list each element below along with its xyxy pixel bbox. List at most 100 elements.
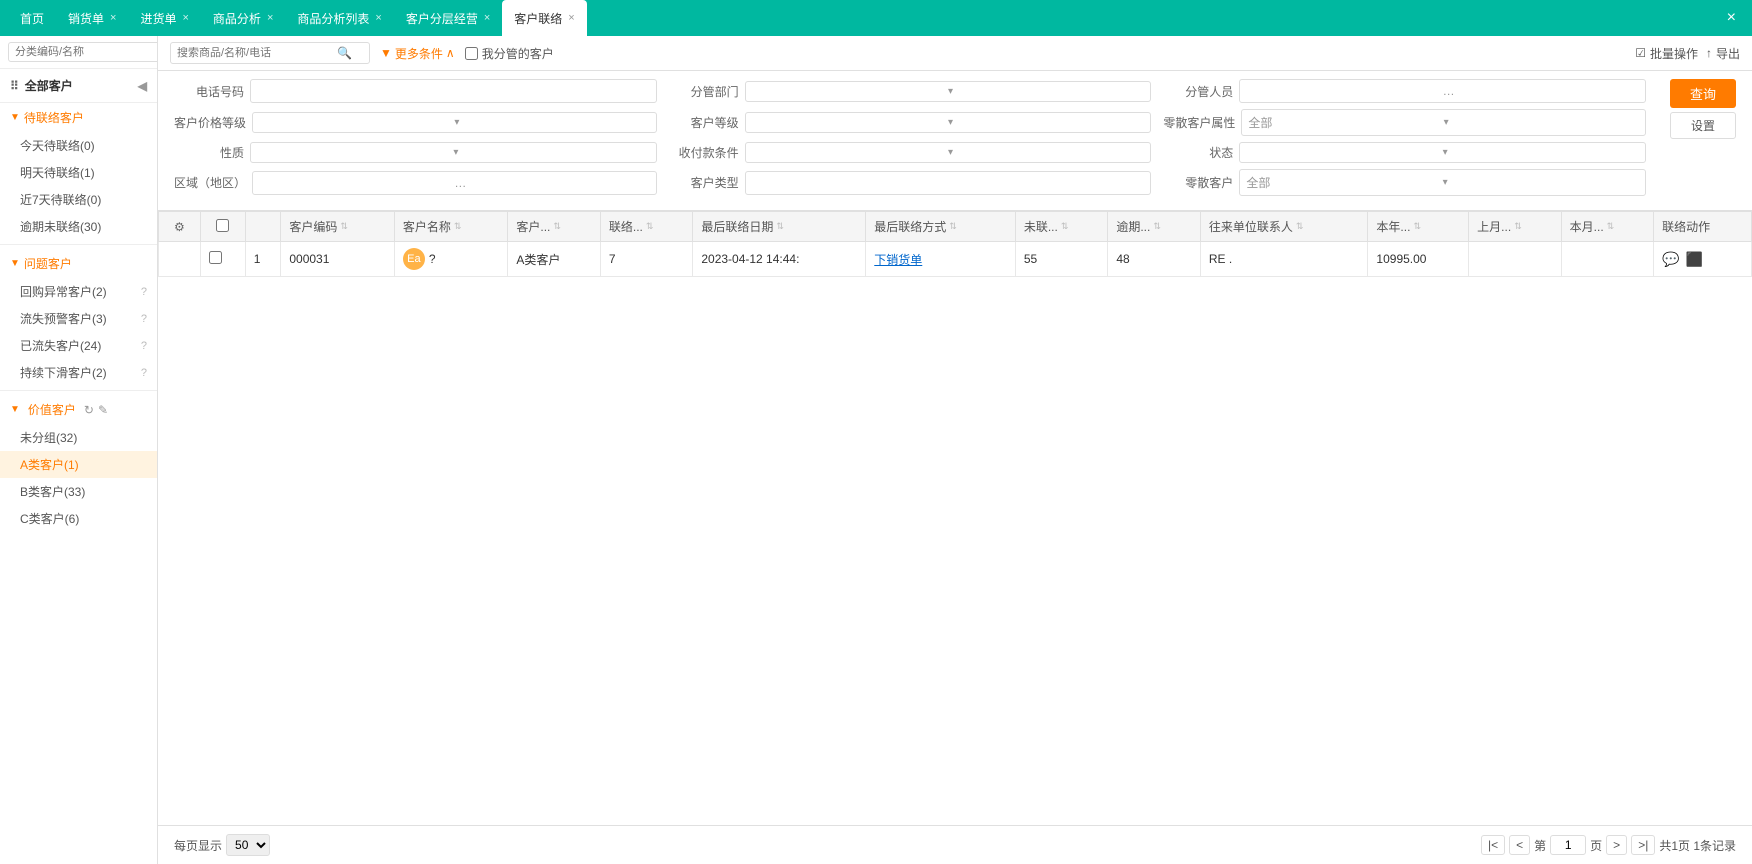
- th-overdue[interactable]: 逾期... ⇅: [1108, 212, 1200, 242]
- th-last-date[interactable]: 最后联络日期 ⇅: [693, 212, 866, 242]
- batch-op-button[interactable]: ☑ 批量操作: [1635, 45, 1698, 62]
- th-this-year[interactable]: 本年... ⇅: [1368, 212, 1469, 242]
- help-icon-3: ?: [141, 340, 147, 352]
- refresh-icon[interactable]: ↻: [84, 403, 94, 417]
- grid-action-icon[interactable]: ⬛: [1686, 251, 1703, 268]
- setting-button[interactable]: 设置: [1670, 112, 1736, 139]
- select-all-checkbox[interactable]: [216, 219, 229, 232]
- next-page-button[interactable]: >: [1606, 835, 1627, 855]
- nav-sales-order[interactable]: 销货单 ×: [56, 0, 128, 36]
- nature-select[interactable]: ▾: [250, 142, 657, 163]
- th-type[interactable]: 客户... ⇅: [508, 212, 600, 242]
- th-name[interactable]: 客户名称 ⇅: [394, 212, 508, 242]
- filter-cell-dept: 分管部门 ▾: [669, 81, 1164, 102]
- filter-search-input[interactable]: [177, 47, 337, 59]
- query-button[interactable]: 查询: [1670, 79, 1736, 108]
- last-page-button[interactable]: >|: [1631, 835, 1655, 855]
- phone-input[interactable]: [250, 79, 657, 103]
- arrow-down-icon-3: ▼: [10, 404, 20, 415]
- page-input[interactable]: [1550, 835, 1586, 855]
- sidebar-item-c-class[interactable]: C类客户(6): [0, 505, 157, 532]
- nav-purchase-order[interactable]: 进货单 ×: [128, 0, 200, 36]
- sidebar-item-ungrouped[interactable]: 未分组(32): [0, 424, 157, 451]
- nature-label: 性质: [174, 144, 244, 161]
- gear-icon[interactable]: ⚙: [174, 220, 185, 234]
- message-action-icon[interactable]: 💬: [1662, 251, 1679, 268]
- sidebar-item-abnormal-repurchase[interactable]: 回购异常客户(2) ?: [0, 278, 157, 305]
- row-this-year: 10995.00: [1368, 242, 1469, 277]
- th-last-month[interactable]: 上月... ⇅: [1469, 212, 1561, 242]
- filter-more-conditions[interactable]: ▼ 更多条件 ∧: [380, 45, 455, 62]
- close-purchase-order[interactable]: ×: [182, 12, 188, 24]
- sidebar-pending-group[interactable]: ▼ 待联络客户: [0, 103, 157, 132]
- type-input[interactable]: [745, 171, 1152, 195]
- filter-cell-price-level: 客户价格等级 ▾: [174, 112, 669, 133]
- payment-select[interactable]: ▾: [745, 142, 1152, 163]
- dept-arrow-icon: ▾: [948, 86, 1144, 97]
- th-this-month[interactable]: 本月... ⇅: [1561, 212, 1653, 242]
- th-last-method[interactable]: 最后联络方式 ⇅: [866, 212, 1016, 242]
- row-select-checkbox[interactable]: [209, 251, 222, 264]
- sidebar-problem-group[interactable]: ▼ 问题客户: [0, 249, 157, 278]
- row-overdue: 48: [1108, 242, 1200, 277]
- status-select[interactable]: ▾: [1239, 142, 1646, 163]
- sidebar-item-b-class[interactable]: B类客户(33): [0, 478, 157, 505]
- customer-level-select[interactable]: ▾: [745, 112, 1152, 133]
- sort-this-year-icon: ⇅: [1413, 221, 1421, 232]
- th-no-contact[interactable]: 未联... ⇅: [1015, 212, 1107, 242]
- sidebar-item-tomorrow-pending[interactable]: 明天待联络(1): [0, 159, 157, 186]
- my-customers-checkbox[interactable]: [465, 47, 478, 60]
- close-customer-segmentation[interactable]: ×: [484, 12, 490, 24]
- filter-search-icon[interactable]: 🔍: [337, 46, 352, 60]
- nav-home[interactable]: 首页: [8, 0, 56, 36]
- person-select[interactable]: …: [1239, 79, 1646, 103]
- sidebar-item-7days-pending[interactable]: 近7天待联络(0): [0, 186, 157, 213]
- nav-customer-contact[interactable]: 客户联络 ×: [502, 0, 586, 36]
- help-icon-2: ?: [141, 313, 147, 325]
- sidebar: 🔍 ⠿ 全部客户 ◀ ▼ 待联络客户 今天待联络(0) 明天待联络(1) 近7天…: [0, 36, 158, 864]
- nav-product-analysis-list[interactable]: 商品分析列表 ×: [285, 0, 393, 36]
- close-product-analysis[interactable]: ×: [267, 12, 273, 24]
- first-page-button[interactable]: |<: [1481, 835, 1505, 855]
- retail-select[interactable]: 全部 ▾: [1239, 169, 1646, 196]
- row-no-contact: 55: [1015, 242, 1107, 277]
- sidebar-collapse-icon[interactable]: ◀: [138, 79, 147, 93]
- close-product-analysis-list[interactable]: ×: [375, 12, 381, 24]
- edit-icon[interactable]: ✎: [98, 403, 108, 417]
- filter-cell-status: 状态 ▾: [1163, 142, 1658, 163]
- filter-row-3: 性质 ▾ 收付款条件 ▾: [174, 142, 1658, 163]
- sidebar-item-churn-warning[interactable]: 流失预警客户(3) ?: [0, 305, 157, 332]
- region-select[interactable]: …: [252, 171, 657, 195]
- sidebar-all-customers-header: ⠿ 全部客户 ◀: [0, 69, 157, 103]
- filter-row-1: 电话号码 分管部门 ▾ 分管人员: [174, 79, 1658, 103]
- sidebar-item-declining[interactable]: 持续下滑客户(2) ?: [0, 359, 157, 386]
- th-code[interactable]: 客户编码 ⇅: [281, 212, 395, 242]
- window-close-button[interactable]: ×: [1719, 9, 1744, 27]
- dept-select[interactable]: ▾: [745, 81, 1152, 102]
- sidebar-value-group[interactable]: ▼ 价值客户 ↻ ✎: [0, 395, 157, 424]
- sidebar-item-a-class[interactable]: A类客户(1): [0, 451, 157, 478]
- last-method-link[interactable]: 下销货单: [874, 253, 922, 267]
- person-dots-icon: …: [1443, 84, 1639, 98]
- nav-product-analysis[interactable]: 商品分析 ×: [201, 0, 285, 36]
- th-contact2[interactable]: 往来单位联系人 ⇅: [1200, 212, 1368, 242]
- chevron-icon: ∧: [446, 46, 455, 60]
- sidebar-item-overdue-pending[interactable]: 逾期未联络(30): [0, 213, 157, 240]
- prev-page-button[interactable]: <: [1509, 835, 1530, 855]
- per-page-select[interactable]: 50: [226, 834, 270, 856]
- price-level-select[interactable]: ▾: [252, 112, 657, 133]
- sidebar-item-churned[interactable]: 已流失客户(24) ?: [0, 332, 157, 359]
- retail-attr-select[interactable]: 全部 ▾: [1241, 109, 1646, 136]
- close-customer-contact[interactable]: ×: [568, 12, 574, 24]
- arrow-down-icon-2: ▼: [10, 258, 20, 269]
- th-contact[interactable]: 联络... ⇅: [600, 212, 692, 242]
- row-gear: [159, 242, 201, 277]
- nav-customer-segmentation[interactable]: 客户分层经营 ×: [394, 0, 502, 36]
- export-button[interactable]: ↑ 导出: [1706, 45, 1740, 62]
- row-last-date: 2023-04-12 14:44:: [693, 242, 866, 277]
- close-sales-order[interactable]: ×: [110, 12, 116, 24]
- table-container: ⚙ 客户编码 ⇅: [158, 211, 1752, 825]
- sidebar-item-today-pending[interactable]: 今天待联络(0): [0, 132, 157, 159]
- person-label: 分管人员: [1163, 83, 1233, 100]
- sidebar-search-input[interactable]: [8, 42, 158, 62]
